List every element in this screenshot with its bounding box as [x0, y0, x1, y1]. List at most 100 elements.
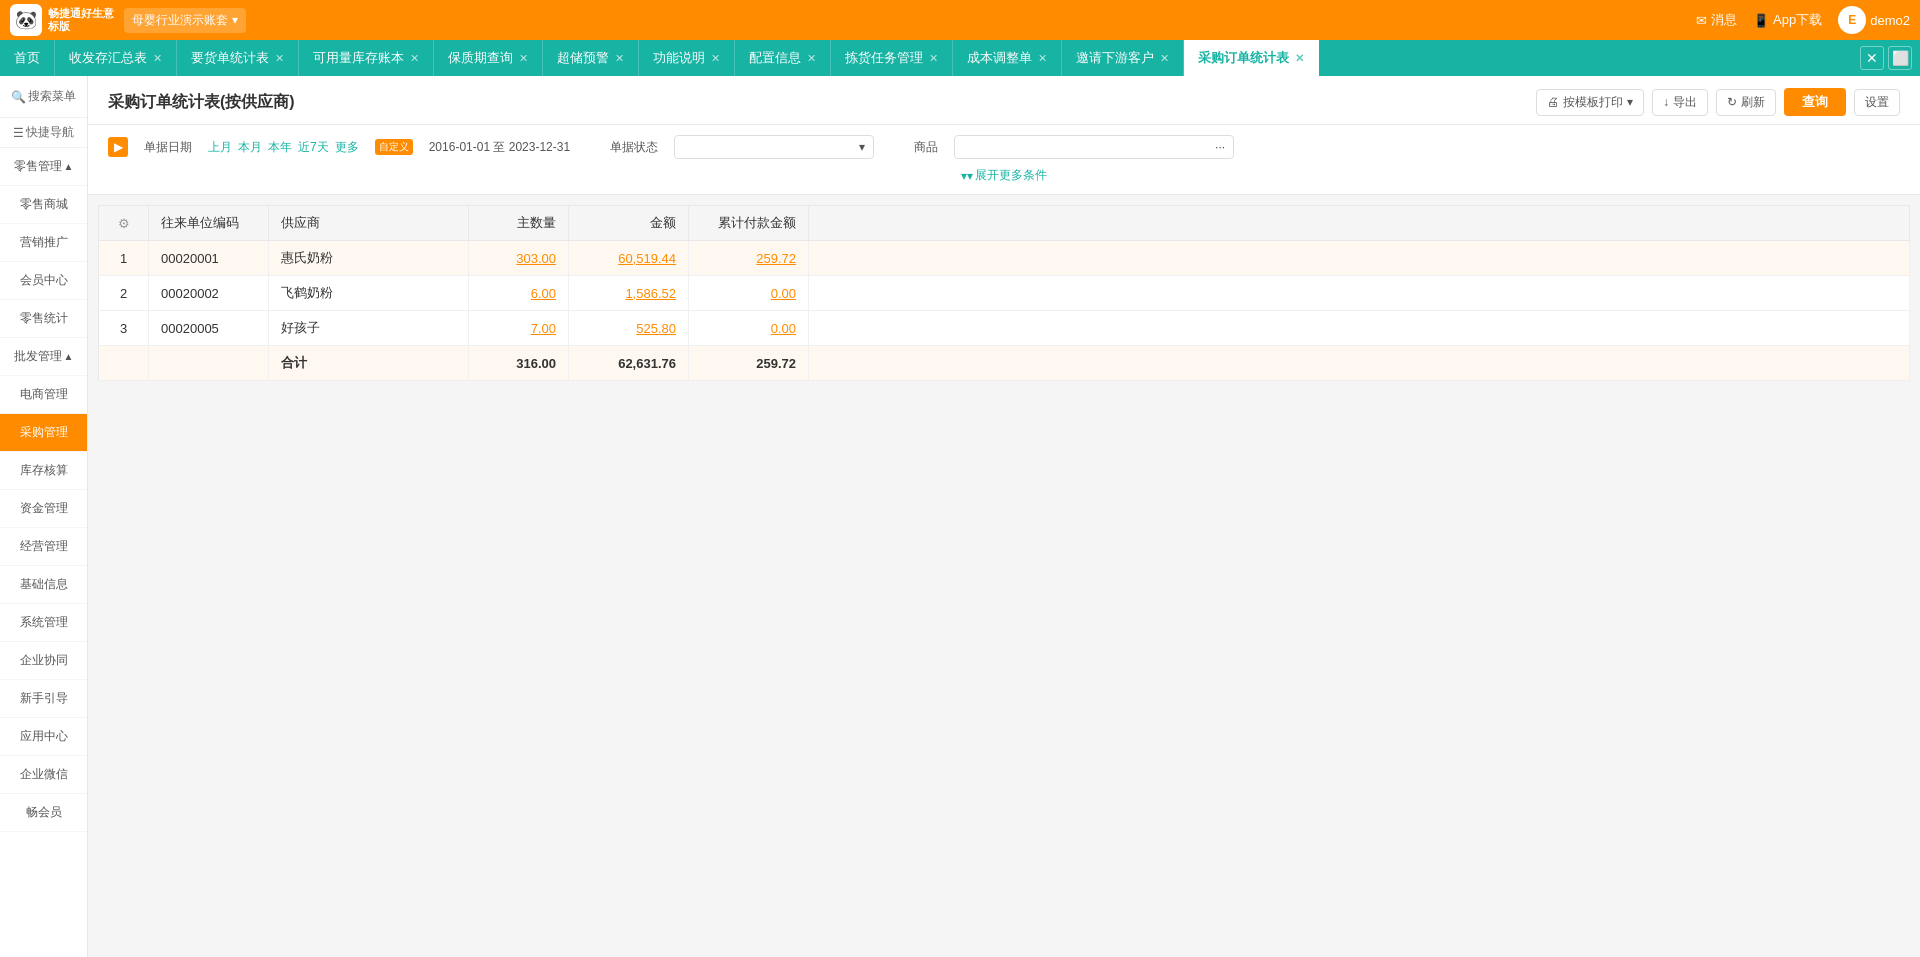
sidebar-item-member[interactable]: 会员中心 [0, 262, 87, 300]
query-button[interactable]: 查询 [1784, 88, 1846, 116]
tab-goods-stats[interactable]: 要货单统计表 ✕ [177, 40, 299, 76]
app-download-button[interactable]: 📱 App下载 [1753, 11, 1822, 29]
export-button[interactable]: ↓ 导出 [1652, 89, 1708, 116]
user-avatar-area[interactable]: E demo2 [1838, 6, 1910, 34]
app-icon: 📱 [1753, 13, 1769, 28]
tab-expiry-query[interactable]: 保质期查询 ✕ [434, 40, 543, 76]
expand-icon: ▾▾ [961, 169, 973, 183]
workspace-selector[interactable]: 母婴行业演示账套 ▾ [124, 8, 246, 33]
table-container: ⚙ 往来单位编码 供应商 主数量 金额 累计付款金额 1 00020001 惠氏… [88, 195, 1920, 957]
sidebar-item-inventory[interactable]: 库存核算 [0, 452, 87, 490]
cell-num-1: 2 [99, 276, 149, 311]
close-tab-overstock-alert[interactable]: ✕ [615, 52, 624, 65]
cell-amount-0: 60,519.44 [569, 241, 689, 276]
maximize-button[interactable]: ⬜ [1888, 46, 1912, 70]
sidebar-item-app-center[interactable]: 应用中心 [0, 718, 87, 756]
sidebar-item-finance[interactable]: 资金管理 [0, 490, 87, 528]
print-button[interactable]: 🖨 按模板打印 ▾ [1536, 89, 1644, 116]
column-settings-icon[interactable]: ⚙ [118, 216, 130, 231]
cell-num-2: 3 [99, 311, 149, 346]
close-tab-config-info[interactable]: ✕ [807, 52, 816, 65]
tab-purchase-stats[interactable]: 采购订单统计表 ✕ [1184, 40, 1319, 76]
tab-available-stock[interactable]: 可用量库存账本 ✕ [299, 40, 434, 76]
cell-amount-2: 525.80 [569, 311, 689, 346]
close-tab-collect-pay[interactable]: ✕ [153, 52, 162, 65]
collapse-filter-button[interactable]: ▶ [108, 137, 128, 157]
close-tab-invite-customer[interactable]: ✕ [1160, 52, 1169, 65]
avatar-initials: E [1848, 13, 1856, 27]
search-menu-button[interactable]: 🔍 搜索菜单 [6, 84, 81, 109]
col-header-paid: 累计付款金额 [689, 206, 809, 241]
tab-cost-adjust[interactable]: 成本调整单 ✕ [953, 40, 1062, 76]
table-row[interactable]: 2 00020002 飞鹤奶粉 6.00 1,586.52 0.00 [99, 276, 1910, 311]
status-select[interactable]: ▾ [674, 135, 874, 159]
col-header-code: 往来单位编码 [149, 206, 269, 241]
sidebar-item-marketing[interactable]: 营销推广 [0, 224, 87, 262]
close-tab-func-desc[interactable]: ✕ [711, 52, 720, 65]
table-row[interactable]: 1 00020001 惠氏奶粉 303.00 60,519.44 259.72 [99, 241, 1910, 276]
cell-qty-0: 303.00 [469, 241, 569, 276]
shortcut-last-month[interactable]: 上月 [208, 139, 232, 156]
table-row[interactable]: 3 00020005 好孩子 7.00 525.80 0.00 [99, 311, 1910, 346]
tab-invite-customer[interactable]: 邀请下游客户 ✕ [1062, 40, 1184, 76]
sidebar-item-basic[interactable]: 基础信息 [0, 566, 87, 604]
quick-nav-button[interactable]: ☰ 快捷导航 [0, 118, 87, 148]
filter-expand-row: ▾▾ 展开更多条件 [108, 167, 1900, 184]
tab-home[interactable]: 首页 [0, 40, 55, 76]
filter-row-1: ▶ 单据日期 上月 本月 本年 近7天 更多 自定义 2016-01-01 至 … [108, 135, 1900, 159]
tab-config-info[interactable]: 配置信息 ✕ [735, 40, 831, 76]
refresh-button[interactable]: ↻ 刷新 [1716, 89, 1776, 116]
shortcut-more[interactable]: 更多 [335, 139, 359, 156]
tab-collect-pay[interactable]: 收发存汇总表 ✕ [55, 40, 177, 76]
close-tab-button[interactable]: ✕ [1860, 46, 1884, 70]
sidebar-item-wechat[interactable]: 企业微信 [0, 756, 87, 794]
sidebar-item-purchase[interactable]: 采购管理 [0, 414, 87, 452]
footer-extra [809, 346, 1910, 381]
page-header: 采购订单统计表(按供应商) 🖨 按模板打印 ▾ ↓ 导出 ↻ 刷新 查询 设置 [88, 76, 1920, 125]
logo-icon: 🐼 [10, 4, 42, 36]
close-tab-cost-adjust[interactable]: ✕ [1038, 52, 1047, 65]
col-header-qty: 主数量 [469, 206, 569, 241]
footer-amount: 62,631.76 [569, 346, 689, 381]
date-label: 单据日期 [144, 139, 192, 156]
sidebar-item-retail[interactable]: 零售管理 ▲ [0, 148, 87, 186]
settings-button[interactable]: 设置 [1854, 89, 1900, 116]
sidebar-item-ops[interactable]: 经营管理 [0, 528, 87, 566]
tab-overstock-alert[interactable]: 超储预警 ✕ [543, 40, 639, 76]
tab-func-desc[interactable]: 功能说明 ✕ [639, 40, 735, 76]
col-header-supplier: 供应商 [269, 206, 469, 241]
chevron-down-icon: ▾ [232, 13, 238, 27]
shortcut-7days[interactable]: 近7天 [298, 139, 329, 156]
sidebar-item-vip[interactable]: 畅会员 [0, 794, 87, 832]
page-header-actions: 🖨 按模板打印 ▾ ↓ 导出 ↻ 刷新 查询 设置 [1536, 88, 1900, 116]
tab-pick-task[interactable]: 拣货任务管理 ✕ [831, 40, 953, 76]
custom-badge: 自定义 [375, 139, 413, 155]
sidebar-item-retail-stats[interactable]: 零售统计 [0, 300, 87, 338]
close-tab-goods-stats[interactable]: ✕ [275, 52, 284, 65]
sidebar-item-retail-mall[interactable]: 零售商城 [0, 186, 87, 224]
expand-filter-button[interactable]: ▾▾ 展开更多条件 [961, 167, 1047, 184]
shortcut-this-year[interactable]: 本年 [268, 139, 292, 156]
cell-paid-0: 259.72 [689, 241, 809, 276]
sidebar-item-guide[interactable]: 新手引导 [0, 680, 87, 718]
content-area: 采购订单统计表(按供应商) 🖨 按模板打印 ▾ ↓ 导出 ↻ 刷新 查询 设置 [88, 76, 1920, 957]
cell-extra-1 [809, 276, 1910, 311]
nav-icon: ☰ [13, 126, 24, 140]
shortcut-this-month[interactable]: 本月 [238, 139, 262, 156]
cell-supplier-1: 飞鹤奶粉 [269, 276, 469, 311]
goods-input[interactable]: ··· [954, 135, 1234, 159]
message-icon: ✉ [1696, 13, 1707, 28]
cell-extra-2 [809, 311, 1910, 346]
close-tab-pick-task[interactable]: ✕ [929, 52, 938, 65]
message-button[interactable]: ✉ 消息 [1696, 11, 1737, 29]
close-tab-purchase-stats[interactable]: ✕ [1295, 52, 1304, 65]
cell-amount-1: 1,586.52 [569, 276, 689, 311]
sidebar-item-collab[interactable]: 企业协同 [0, 642, 87, 680]
avatar: E [1838, 6, 1866, 34]
sidebar-item-ecommerce[interactable]: 电商管理 [0, 376, 87, 414]
sidebar-item-wholesale[interactable]: 批发管理 ▲ [0, 338, 87, 376]
close-tab-available-stock[interactable]: ✕ [410, 52, 419, 65]
cell-qty-2: 7.00 [469, 311, 569, 346]
sidebar-item-system[interactable]: 系统管理 [0, 604, 87, 642]
close-tab-expiry-query[interactable]: ✕ [519, 52, 528, 65]
